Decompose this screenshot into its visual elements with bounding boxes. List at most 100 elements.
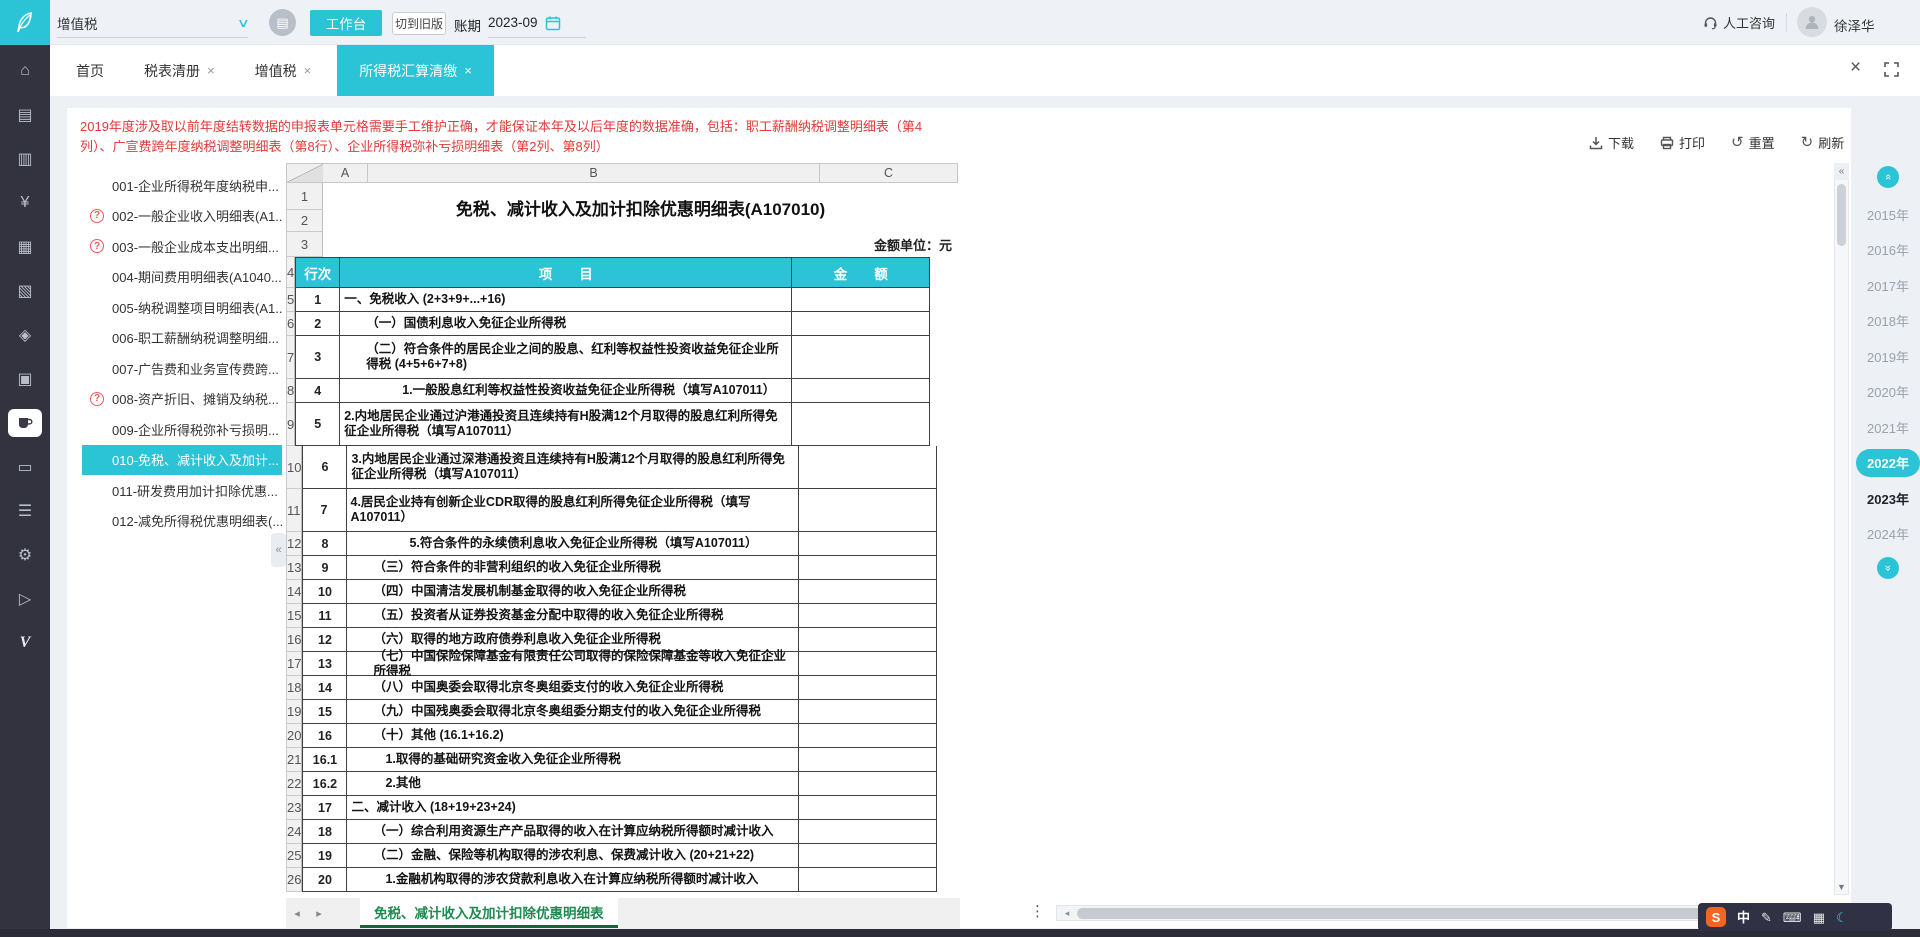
report-list-item[interactable]: 007-广告费和业务宣传费跨... [82, 353, 282, 383]
column-letter-a[interactable]: A [323, 163, 368, 183]
symbols-icon[interactable]: ▦ [1813, 911, 1825, 924]
report-list-item[interactable]: 011-研发费用加计扣除优惠... [82, 475, 282, 505]
amount-cell[interactable] [792, 312, 931, 336]
amount-cell[interactable] [798, 489, 937, 532]
nav-item-tax[interactable]: ¥ [0, 185, 50, 221]
period-picker[interactable]: 2023-09 [488, 8, 586, 38]
tab-所得税汇算清缴[interactable]: 所得税汇算清缴 × [337, 45, 494, 96]
tab-close-icon[interactable]: × [207, 63, 215, 78]
year-item-2021年[interactable]: 2021年 [1856, 413, 1920, 441]
keyboard-icon[interactable]: ⌨ [1783, 911, 1802, 924]
tab-税表清册[interactable]: 税表清册 × [130, 45, 229, 96]
amount-cell[interactable] [799, 556, 938, 580]
reset-button[interactable]: ↺ 重置 [1731, 133, 1775, 152]
amount-cell[interactable] [799, 796, 938, 820]
amount-cell[interactable] [792, 336, 931, 379]
prev-sheet-arrow[interactable]: ◂ [286, 907, 308, 920]
amount-cell[interactable] [799, 748, 938, 772]
year-item-2018年[interactable]: 2018年 [1856, 307, 1920, 335]
amount-cell[interactable] [799, 844, 938, 868]
report-list-item[interactable]: 001-企业所得税年度纳税申... [82, 170, 282, 200]
report-list-item[interactable]: ? 002-一般企业收入明细表(A1... [82, 201, 282, 231]
select-all-corner[interactable] [286, 163, 323, 183]
nav-item-checkout[interactable]: ◈ [0, 317, 50, 353]
amount-cell[interactable] [799, 604, 938, 628]
switch-old-version-button[interactable]: 切到旧版 [392, 12, 446, 35]
collapse-sidebar-handle[interactable]: « [271, 533, 286, 567]
print-button[interactable]: 打印 [1660, 133, 1705, 152]
tab-首页[interactable]: 首页 [62, 45, 118, 96]
nav-item-brand-v[interactable]: V [0, 625, 50, 661]
amount-cell[interactable] [799, 724, 938, 748]
amount-cell[interactable] [799, 676, 938, 700]
sogou-logo-icon[interactable]: S [1706, 907, 1726, 927]
report-badge-button[interactable]: ▤ [269, 9, 296, 36]
report-list-item[interactable]: 005-纳税调整项目明细表(A1... [82, 292, 282, 322]
close-icon[interactable]: × [1850, 57, 1861, 79]
report-list-item[interactable]: 010-免税、减计收入及加计... [82, 444, 282, 475]
year-item-2017年[interactable]: 2017年 [1856, 271, 1920, 299]
username[interactable]: 徐泽华 [1834, 15, 1875, 35]
amount-cell[interactable] [799, 532, 938, 556]
years-scroll-up-button[interactable]: « [1877, 166, 1899, 188]
year-item-2015年[interactable]: 2015年 [1856, 200, 1920, 228]
tab-增值税[interactable]: 增值税 × [241, 45, 326, 96]
nav-item-assets[interactable]: ▦ [0, 229, 50, 265]
scroll-down-icon[interactable]: ▼ [1834, 879, 1849, 895]
report-list-item[interactable]: 009-企业所得税弥补亏损明... [82, 414, 282, 444]
amount-cell[interactable] [799, 652, 938, 676]
nav-item-reports[interactable]: ▥ [0, 141, 50, 177]
report-list-item[interactable]: 004-期间费用明细表(A1040... [82, 262, 282, 292]
year-item-2024年[interactable]: 2024年 [1856, 520, 1920, 548]
amount-cell[interactable] [799, 868, 938, 892]
sheet-tab[interactable]: 免税、减计收入及加计扣除优惠明细表 [360, 898, 618, 928]
nav-item-home[interactable]: ⌂ [0, 53, 50, 89]
year-item-2019年[interactable]: 2019年 [1856, 342, 1920, 370]
download-button[interactable]: 下载 [1589, 133, 1634, 152]
year-item-2016年[interactable]: 2016年 [1856, 236, 1920, 264]
workbench-button[interactable]: 工作台 [310, 10, 382, 36]
next-sheet-arrow[interactable]: ▸ [308, 907, 330, 920]
nav-item-safe[interactable]: ▣ [0, 361, 50, 397]
years-scroll-down-button[interactable]: « [1877, 557, 1899, 579]
year-item-2023年[interactable]: 2023年 [1856, 484, 1920, 512]
amount-cell[interactable] [799, 446, 938, 489]
nav-item-media[interactable]: ▷ [0, 581, 50, 617]
nav-item-archive[interactable]: ☰ [0, 493, 50, 529]
amount-cell[interactable] [799, 628, 938, 652]
tab-close-icon[interactable]: × [304, 63, 312, 78]
column-letter-b[interactable]: B [368, 163, 820, 183]
tax-type-select[interactable]: 增值税 ∨ [57, 8, 250, 38]
vertical-scrollbar[interactable] [1834, 163, 1849, 895]
amount-cell[interactable] [799, 580, 938, 604]
refresh-button[interactable]: ↻ 刷新 [1801, 133, 1845, 152]
amount-cell[interactable] [792, 379, 931, 403]
night-mode-icon[interactable]: ☾ [1836, 911, 1848, 924]
column-letter-c[interactable]: C [820, 163, 958, 183]
lang-toggle[interactable]: 中 [1737, 911, 1750, 924]
tab-close-icon[interactable]: × [464, 63, 472, 78]
nav-item-workspace[interactable] [0, 405, 50, 441]
amount-cell[interactable] [799, 820, 938, 844]
fullscreen-icon[interactable] [1884, 62, 1899, 82]
report-list-item[interactable]: 012-减免所得税优惠明细表(... [82, 506, 282, 536]
support-link[interactable]: 人工咨询 [1703, 13, 1775, 32]
avatar[interactable] [1797, 7, 1827, 37]
handwriting-icon[interactable]: ✎ [1761, 911, 1772, 924]
year-item-2020年[interactable]: 2020年 [1856, 378, 1920, 406]
more-options-icon[interactable]: ⋮ [1030, 902, 1045, 920]
amount-cell[interactable] [792, 403, 931, 446]
year-item-2022年[interactable]: 2022年 [1856, 448, 1920, 477]
amount-cell[interactable] [799, 700, 938, 724]
report-list-item[interactable]: 006-职工薪酬纳税调整明细... [82, 323, 282, 353]
report-list-item[interactable]: ? 008-资产折旧、摊销及纳税... [82, 384, 282, 414]
nav-item-settings[interactable]: ⚙ [0, 537, 50, 573]
nav-item-invoices[interactable]: ▧ [0, 273, 50, 309]
nav-item-vouchers[interactable]: ▤ [0, 97, 50, 133]
amount-cell[interactable] [792, 288, 931, 312]
amount-cell[interactable] [799, 772, 938, 796]
vscroll-thumb[interactable] [1837, 184, 1846, 246]
scroll-left-icon[interactable]: ◂ [1059, 908, 1075, 919]
nav-item-mobile[interactable]: ▭ [0, 449, 50, 485]
collapse-years-handle[interactable]: « [1834, 163, 1849, 180]
